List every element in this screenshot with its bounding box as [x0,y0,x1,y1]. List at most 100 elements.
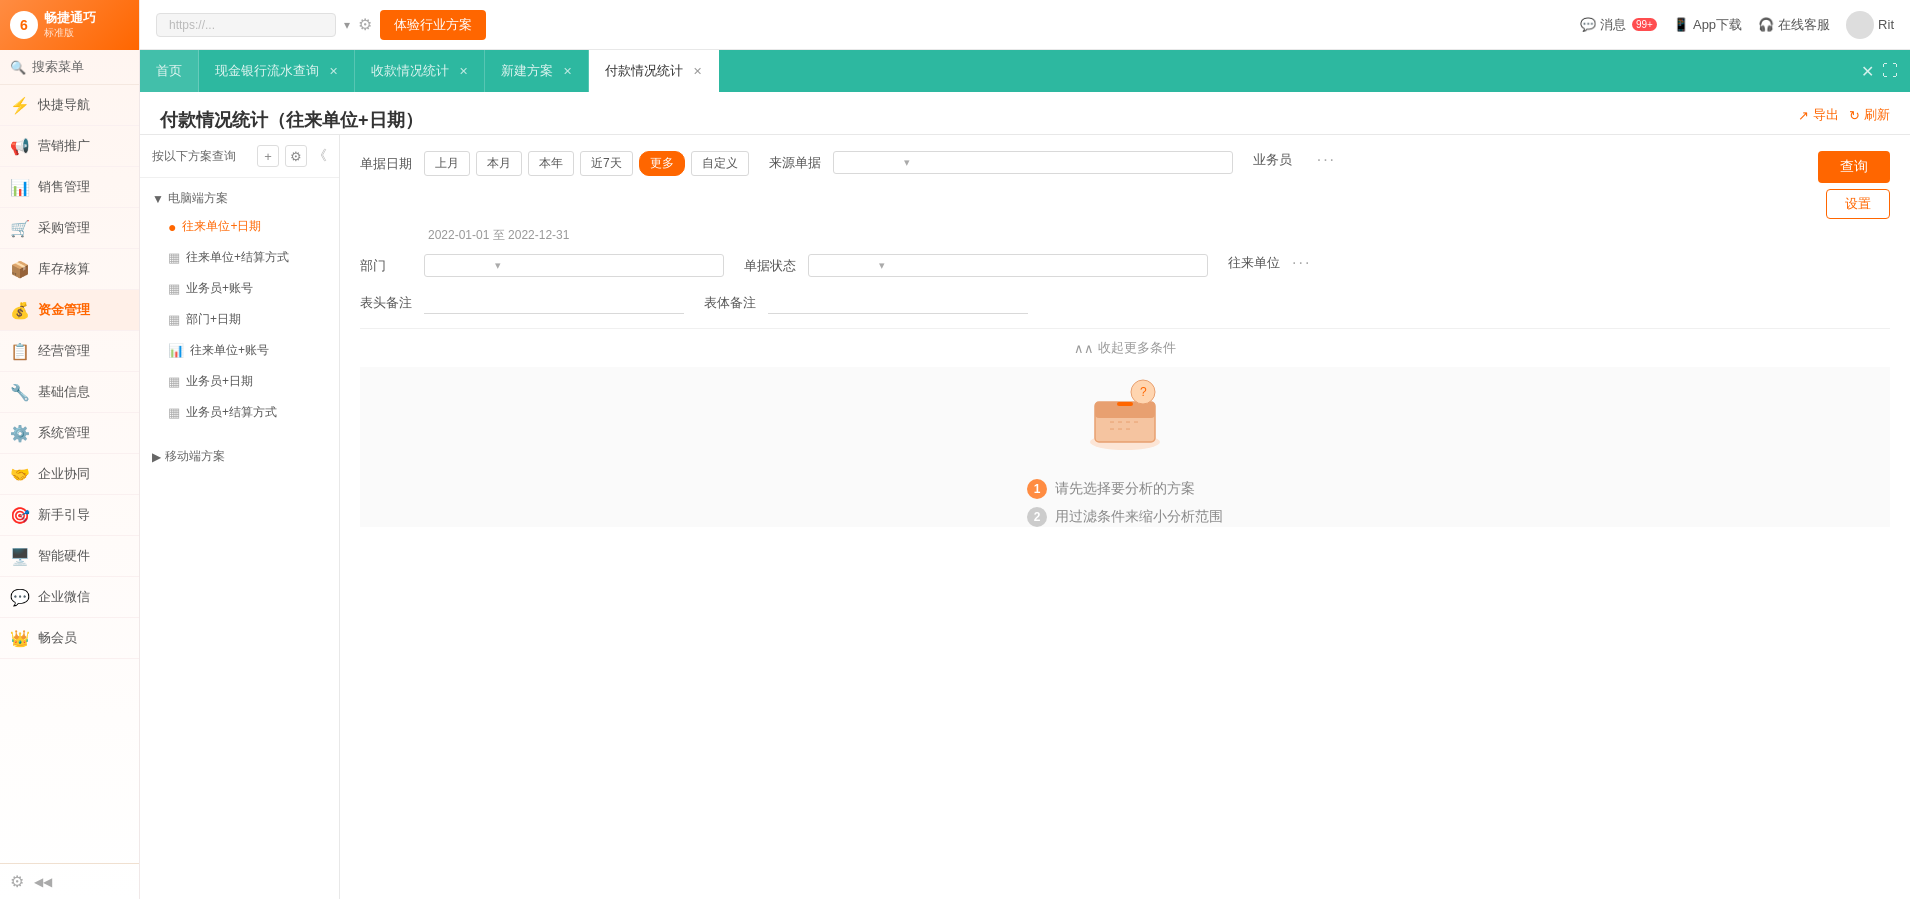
export-button[interactable]: ↗ 导出 [1798,106,1839,124]
tab-new-scheme[interactable]: 新建方案 ✕ [485,50,589,92]
sidebar-item-wechat[interactable]: 💬 企业微信 [0,577,139,618]
scheme-active-icon: ● [168,219,176,235]
scheme-label: 业务员+结算方式 [186,404,277,421]
sidebar-item-basic[interactable]: 🔧 基础信息 [0,372,139,413]
scheme-label: 业务员+账号 [186,280,253,297]
tab-new-scheme-label: 新建方案 [501,62,553,80]
date-btn-more[interactable]: 更多 [639,151,685,176]
sidebar-item-member[interactable]: 👑 畅会员 [0,618,139,659]
sidebar-item-label: 基础信息 [38,383,90,401]
tab-cash-flow-close[interactable]: ✕ [329,65,338,78]
export-label: 导出 [1813,106,1839,124]
date-range-text: 2022-01-01 至 2022-12-31 [428,228,569,242]
filter-date-item: 单据日期 上月 本月 本年 近7天 更多 自定义 [360,151,749,176]
topbar-settings-icon[interactable]: ⚙ [358,15,372,34]
hardware-icon: 🖥️ [10,546,30,566]
svg-rect-3 [1117,402,1133,406]
logo-subtitle: 标准版 [44,26,96,40]
date-range-display: 2022-01-01 至 2022-12-31 [424,225,1890,244]
add-scheme-button[interactable]: + [257,145,279,167]
tab-home[interactable]: 首页 [140,50,199,92]
online-service-label: 在线客服 [1778,16,1830,34]
scheme-item-3[interactable]: ▦ 部门+日期 [140,304,339,335]
panel-collapse-button[interactable]: 《 [313,147,327,165]
sidebar-item-sales[interactable]: 📊 销售管理 [0,167,139,208]
sidebar-item-funds[interactable]: 💰 资金管理 [0,290,139,331]
address-bar[interactable]: https://... [156,13,336,37]
main-area: https://... ▾ ⚙ 体验行业方案 💬 消息 99+ 📱 App下载 … [140,0,1910,899]
scheme-item-6[interactable]: ▦ 业务员+结算方式 [140,397,339,428]
tab-cash-flow[interactable]: 现金银行流水查询 ✕ [199,50,355,92]
sidebar-item-operations[interactable]: 📋 经营管理 [0,331,139,372]
filter-dates: 上月 本月 本年 近7天 更多 自定义 [424,151,749,176]
business-select-dots[interactable]: ··· [1317,151,1336,169]
department-select[interactable]: ▾ [424,254,724,277]
tab-payment-stats[interactable]: 付款情况统计 ✕ [589,50,719,92]
address-dropdown-icon[interactable]: ▾ [344,18,350,32]
collapse-more-button[interactable]: ∧∧ 收起更多条件 [360,328,1890,367]
collapse-more-label: 收起更多条件 [1098,339,1176,357]
scheme-item-5[interactable]: ▦ 业务员+日期 [140,366,339,397]
scheme-table-icon: ▦ [168,312,180,327]
date-btn-this-month[interactable]: 本月 [476,151,522,176]
sidebar-item-enterprise[interactable]: 🤝 企业协同 [0,454,139,495]
sidebar-item-inventory[interactable]: 📦 库存核算 [0,249,139,290]
tab-receipt-stats[interactable]: 收款情况统计 ✕ [355,50,485,92]
date-btn-this-year[interactable]: 本年 [528,151,574,176]
scheme-label: 往来单位+账号 [190,342,269,359]
body-note-input[interactable] [768,291,1028,314]
scheme-group-mobile-title[interactable]: ▶ 移动端方案 [140,444,339,469]
filter-row-1: 单据日期 上月 本月 本年 近7天 更多 自定义 来源单据 [360,151,1890,219]
scheme-item-0[interactable]: ● 往来单位+日期 [140,211,339,242]
bottom-collapse-icon[interactable]: ◀◀ [34,875,52,889]
user-info[interactable]: Rit [1846,11,1894,39]
refresh-button[interactable]: ↻ 刷新 [1849,106,1890,124]
scheme-item-4[interactable]: 📊 往来单位+账号 [140,335,339,366]
system-icon: ⚙️ [10,423,30,443]
enterprise-icon: 🤝 [10,464,30,484]
tab-new-scheme-close[interactable]: ✕ [563,65,572,78]
source-select[interactable]: ▾ [833,151,1233,174]
date-btn-7days[interactable]: 近7天 [580,151,633,176]
messages-label: 消息 [1600,16,1626,34]
date-btn-custom[interactable]: 自定义 [691,151,749,176]
tab-close-icon[interactable]: ✕ [1861,62,1874,81]
panel-header: 按以下方案查询 + ⚙ 《 [140,135,339,178]
sidebar-item-hardware[interactable]: 🖥️ 智能硬件 [0,536,139,577]
scheme-group-desktop-title[interactable]: ▼ 电脑端方案 [140,186,339,211]
filter-row-3: 表头备注 表体备注 [360,291,1890,314]
scheme-chart-icon: 📊 [168,343,184,358]
app-download-label: App下载 [1693,16,1742,34]
header-note-input[interactable] [424,291,684,314]
tab-receipt-stats-close[interactable]: ✕ [459,65,468,78]
filter-business-item: 业务员 ··· [1253,151,1593,169]
date-label: 单据日期 [360,155,416,173]
sidebar-item-marketing[interactable]: 📢 营销推广 [0,126,139,167]
scheme-item-1[interactable]: ▦ 往来单位+结算方式 [140,242,339,273]
sidebar-logo: 6 畅捷通巧 标准版 [0,0,139,50]
sidebar-item-quick-nav[interactable]: ⚡ 快捷导航 [0,85,139,126]
app-download-btn[interactable]: 📱 App下载 [1673,16,1742,34]
filter-voucher-status-item: 单据状态 ▾ [744,254,1208,277]
bottom-settings-icon[interactable]: ⚙ [10,872,24,891]
tab-maximize-icon[interactable]: ⛶ [1882,62,1898,80]
voucher-status-select[interactable]: ▾ [808,254,1208,277]
logo-icon: 6 [10,11,38,39]
trial-button[interactable]: 体验行业方案 [380,10,486,40]
online-service-btn[interactable]: 🎧 在线客服 [1758,16,1830,34]
settings-button[interactable]: 设置 [1826,189,1890,219]
related-party-select-dots[interactable]: ··· [1292,254,1311,272]
tab-payment-stats-close[interactable]: ✕ [693,65,702,78]
date-btn-last-month[interactable]: 上月 [424,151,470,176]
sidebar-search[interactable]: 🔍 搜索菜单 [0,50,139,85]
messages-btn[interactable]: 💬 消息 99+ [1580,16,1657,34]
scheme-settings-button[interactable]: ⚙ [285,145,307,167]
arrow-down-icon: ▼ [152,192,164,206]
sidebar-item-system[interactable]: ⚙️ 系统管理 [0,413,139,454]
body-note-label: 表体备注 [704,294,760,312]
scheme-item-2[interactable]: ▦ 业务员+账号 [140,273,339,304]
query-button[interactable]: 查询 [1818,151,1890,183]
sidebar-item-purchase[interactable]: 🛒 采购管理 [0,208,139,249]
sidebar-item-guide[interactable]: 🎯 新手引导 [0,495,139,536]
scheme-table-icon: ▦ [168,250,180,265]
